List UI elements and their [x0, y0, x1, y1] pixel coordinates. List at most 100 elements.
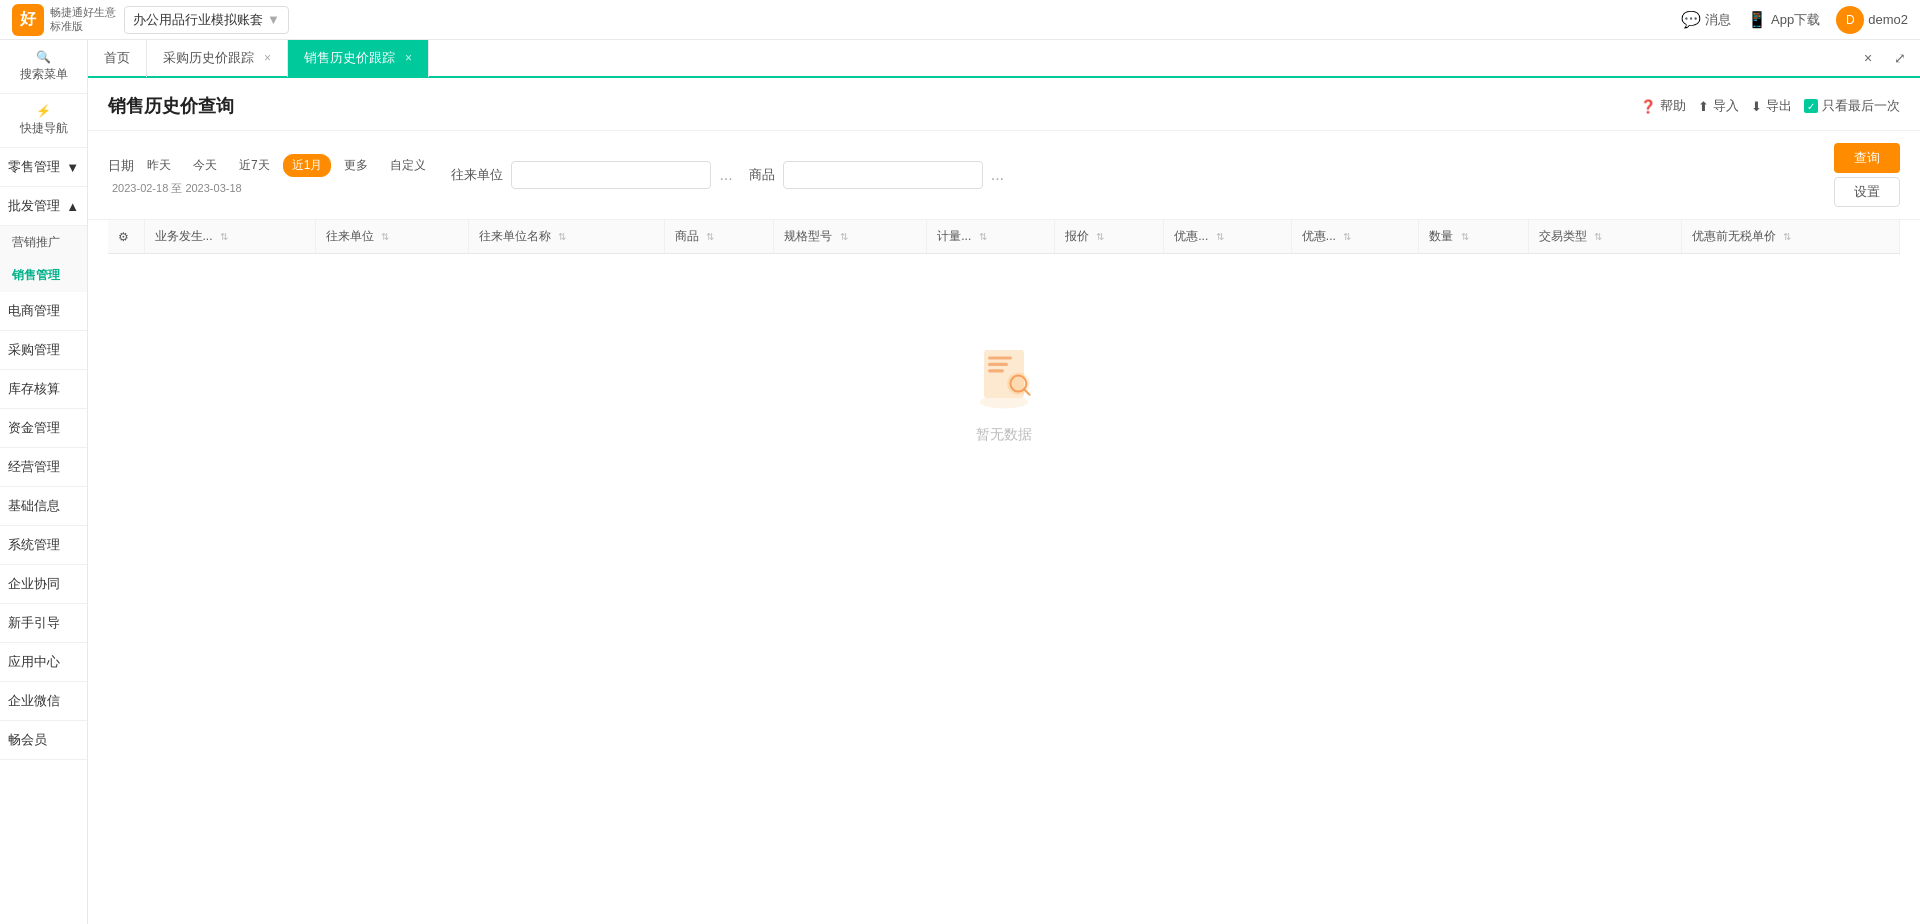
table-col-spec[interactable]: 规格型号 ⇅ [774, 220, 927, 254]
table-col-partner-name[interactable]: 往来单位名称 ⇅ [468, 220, 664, 254]
tab-expand-button[interactable]: ⤢ [1888, 46, 1912, 70]
sidebar-item-sales-mgmt[interactable]: 销售管理 [0, 259, 87, 292]
tab-close-all-button[interactable]: × [1856, 46, 1880, 70]
sidebar-item-basic-info[interactable]: 基础信息 [0, 487, 87, 526]
logo-area: 好 畅捷通好生意 标准版 [12, 4, 116, 36]
empty-state-text: 暂无数据 [976, 426, 1032, 444]
sidebar-item-beginner-guide[interactable]: 新手引导 [0, 604, 87, 643]
tab-actions: × ⤢ [1856, 46, 1920, 70]
sidebar-item-finance[interactable]: 资金管理 [0, 409, 87, 448]
tab-home[interactable]: 首页 [88, 40, 147, 77]
sort-icon-qty: ⇅ [1461, 231, 1469, 242]
import-icon: ⬆ [1698, 99, 1709, 114]
date-btn-today[interactable]: 今天 [184, 154, 226, 177]
empty-state: 暂无数据 [108, 254, 1900, 524]
sidebar-item-wholesale-mgmt[interactable]: 批发管理 ▲ [0, 187, 87, 226]
table-header: ⚙ 业务发生... ⇅ 往来单位 ⇅ 往来单位名称 [108, 220, 1900, 254]
sidebar-item-search-menu[interactable]: 🔍 搜索菜单 [0, 40, 87, 94]
header: 好 畅捷通好生意 标准版 办公用品行业模拟账套 ▼ 💬 消息 📱 App下载 D… [0, 0, 1920, 40]
sidebar-item-system-mgmt[interactable]: 系统管理 [0, 526, 87, 565]
app-selector[interactable]: 办公用品行业模拟账套 ▼ [124, 6, 289, 34]
gear-icon[interactable]: ⚙ [118, 230, 129, 244]
date-btn-yesterday[interactable]: 昨天 [138, 154, 180, 177]
tab-purchase-history[interactable]: 采购历史价跟踪 × [147, 40, 288, 77]
goods-label: 商品 [749, 166, 775, 184]
date-btn-custom[interactable]: 自定义 [381, 154, 435, 177]
settings-button[interactable]: 设置 [1834, 177, 1900, 207]
partner-filter-group: 往来单位 ... [451, 161, 732, 189]
table-col-pre-discount-price[interactable]: 优惠前无税单价 ⇅ [1681, 220, 1899, 254]
page-title: 销售历史价查询 [108, 94, 234, 118]
message-nav-item[interactable]: 💬 消息 [1681, 10, 1731, 29]
tab-bar: 首页 采购历史价跟踪 × 销售历史价跟踪 × × ⤢ [88, 40, 1920, 78]
dropdown-arrow-icon: ▼ [267, 12, 280, 27]
sidebar-item-membership[interactable]: 畅会员 [0, 721, 87, 760]
svg-rect-2 [988, 356, 1012, 359]
goods-input[interactable] [783, 161, 983, 189]
tab-close-sales-history[interactable]: × [405, 51, 412, 65]
table-col-qty[interactable]: 数量 ⇅ [1419, 220, 1528, 254]
date-btn-1month[interactable]: 近1月 [283, 154, 332, 177]
sidebar: 🔍 搜索菜单 ⚡ 快捷导航 零售管理 ▼ 批发管理 ▲ 营销推广 销售管理 电商… [0, 40, 88, 924]
table-header-row: ⚙ 业务发生... ⇅ 往来单位 ⇅ 往来单位名称 [108, 220, 1900, 254]
empty-state-icon [964, 334, 1044, 414]
data-table: ⚙ 业务发生... ⇅ 往来单位 ⇅ 往来单位名称 [108, 220, 1900, 254]
date-btn-7days[interactable]: 近7天 [230, 154, 279, 177]
goods-dots[interactable]: ... [991, 166, 1004, 184]
table-col-discount2[interactable]: 优惠... ⇅ [1291, 220, 1419, 254]
sidebar-item-business-mgmt[interactable]: 经营管理 [0, 448, 87, 487]
sidebar-item-app-center[interactable]: 应用中心 [0, 643, 87, 682]
table-col-biz-date[interactable]: 业务发生... ⇅ [144, 220, 315, 254]
sidebar-item-wecom[interactable]: 企业微信 [0, 682, 87, 721]
table-col-trade-type[interactable]: 交易类型 ⇅ [1528, 220, 1681, 254]
sidebar-item-purchase-mgmt[interactable]: 采购管理 [0, 331, 87, 370]
table-col-partner-code[interactable]: 往来单位 ⇅ [315, 220, 468, 254]
logo-icon: 好 [12, 4, 44, 36]
user-nav-item[interactable]: D demo2 [1836, 6, 1908, 34]
last-only-checkbox[interactable]: ✓ 只看最后一次 [1804, 97, 1900, 115]
partner-input[interactable] [511, 161, 711, 189]
import-action[interactable]: ⬆ 导入 [1698, 97, 1739, 115]
date-buttons: 日期 昨天 今天 近7天 近1月 更多 自定义 [108, 154, 435, 177]
sidebar-item-retail-mgmt[interactable]: 零售管理 ▼ [0, 148, 87, 187]
page-header-actions: ❓ 帮助 ⬆ 导入 ⬇ 导出 ✓ 只看最后一次 [1640, 97, 1900, 115]
date-btn-more[interactable]: 更多 [335, 154, 377, 177]
sidebar-item-quick-nav[interactable]: ⚡ 快捷导航 [0, 94, 87, 148]
content-area: 首页 采购历史价跟踪 × 销售历史价跟踪 × × ⤢ 销售历史价查询 [88, 40, 1920, 924]
logo-text: 畅捷通好生意 标准版 [50, 6, 116, 32]
chevron-down-icon: ▼ [66, 160, 79, 175]
svg-rect-4 [988, 369, 1004, 372]
table-col-unit[interactable]: 计量... ⇅ [927, 220, 1055, 254]
date-filter: 日期 昨天 今天 近7天 近1月 更多 自定义 2023-02-18 至 202… [108, 154, 435, 196]
table-col-discount1[interactable]: 优惠... ⇅ [1164, 220, 1292, 254]
export-icon: ⬇ [1751, 99, 1762, 114]
filter-action-buttons: 查询 设置 [1834, 143, 1900, 207]
table-col-goods[interactable]: 商品 ⇅ [664, 220, 773, 254]
sort-icon-partner-name: ⇅ [558, 231, 566, 242]
page-header: 销售历史价查询 ❓ 帮助 ⬆ 导入 ⬇ 导出 ✓ [88, 78, 1920, 131]
tab-sales-history[interactable]: 销售历史价跟踪 × [288, 40, 429, 77]
username-label: demo2 [1868, 12, 1908, 27]
chevron-up-icon: ▲ [66, 199, 79, 214]
sort-icon-biz-date: ⇅ [220, 231, 228, 242]
date-range-display: 2023-02-18 至 2023-03-18 [112, 181, 242, 196]
tab-close-purchase-history[interactable]: × [264, 51, 271, 65]
sidebar-item-marketing[interactable]: 营销推广 [0, 226, 87, 259]
partner-dots[interactable]: ... [719, 166, 732, 184]
sort-icon-unit: ⇅ [979, 231, 987, 242]
app-download-nav-item[interactable]: 📱 App下载 [1747, 10, 1820, 29]
header-right: 💬 消息 📱 App下载 D demo2 [1681, 6, 1908, 34]
sidebar-item-ecommerce[interactable]: 电商管理 [0, 292, 87, 331]
user-avatar: D [1836, 6, 1864, 34]
app-name-label: 办公用品行业模拟账套 [133, 11, 263, 29]
query-button[interactable]: 查询 [1834, 143, 1900, 173]
main-layout: 🔍 搜索菜单 ⚡ 快捷导航 零售管理 ▼ 批发管理 ▲ 营销推广 销售管理 电商… [0, 40, 1920, 924]
sort-icon-discount2: ⇅ [1343, 231, 1351, 242]
page-content: 销售历史价查询 ❓ 帮助 ⬆ 导入 ⬇ 导出 ✓ [88, 78, 1920, 924]
table-col-quote[interactable]: 报价 ⇅ [1054, 220, 1163, 254]
sidebar-item-inventory[interactable]: 库存核算 [0, 370, 87, 409]
export-action[interactable]: ⬇ 导出 [1751, 97, 1792, 115]
table-col-gear: ⚙ [108, 220, 144, 254]
sidebar-item-corp-collab[interactable]: 企业协同 [0, 565, 87, 604]
help-action[interactable]: ❓ 帮助 [1640, 97, 1686, 115]
